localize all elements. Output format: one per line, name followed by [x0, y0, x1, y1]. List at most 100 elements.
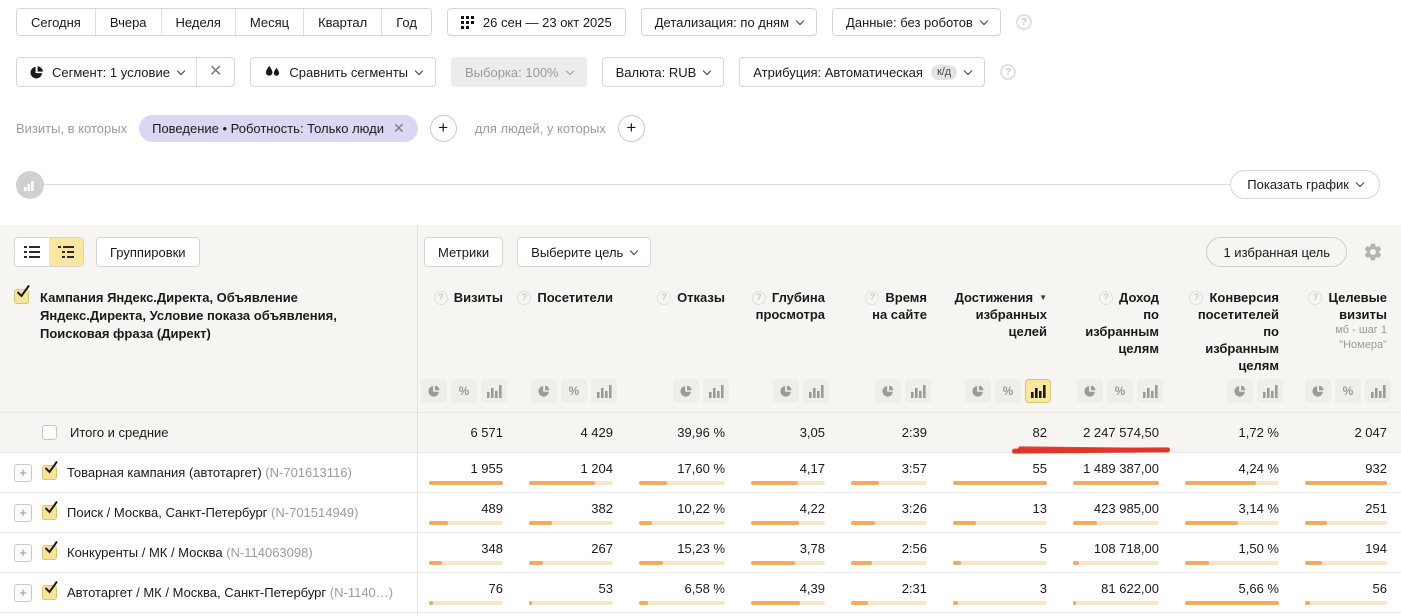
row-checkbox[interactable] — [42, 505, 57, 520]
period-button[interactable]: Вчера — [95, 9, 161, 35]
metrics-button[interactable]: Метрики — [424, 237, 503, 267]
drops-icon — [264, 65, 281, 79]
select-all-checkbox[interactable] — [14, 289, 29, 304]
column-header[interactable]: ?Доходпоизбраннымцелям — [1061, 281, 1173, 379]
pie-chart-toggle[interactable] — [875, 379, 901, 403]
pie-chart-toggle[interactable] — [1227, 379, 1253, 403]
show-chart-button[interactable]: Показать график — [1230, 170, 1380, 199]
metric-value: 1 489 387,00 — [1083, 461, 1159, 476]
segment-condition-pill[interactable]: Поведение • Роботность: Только люди ✕ — [139, 115, 418, 142]
period-button[interactable]: Сегодня — [17, 9, 95, 35]
row-name[interactable]: Конкуренты / МК / Москва (N-114063098) — [67, 545, 313, 560]
row-name[interactable]: Автотаргет / МК / Москва, Санкт-Петербур… — [67, 585, 393, 600]
row-checkbox[interactable] — [42, 545, 57, 560]
column-toggle-row: %%%%% — [0, 379, 1401, 412]
columns-header: ?Визиты?Посетители?Отказы?Глубинапросмот… — [417, 281, 1401, 379]
expand-row-button[interactable]: + — [14, 464, 32, 482]
expand-row-button[interactable]: + — [14, 504, 32, 522]
column-header[interactable]: ?Глубинапросмотра — [739, 281, 839, 379]
period-button[interactable]: Неделя — [161, 9, 235, 35]
column-header[interactable]: ?Времяна сайте — [839, 281, 941, 379]
pie-chart-toggle[interactable] — [531, 379, 557, 403]
column-header[interactable]: ?Целевыевизитымб - шаг 1"Номера" — [1293, 281, 1401, 379]
pie-chart-toggle[interactable] — [773, 379, 799, 403]
condition-label: Поведение • Роботность: Только люди — [152, 121, 384, 136]
percent-toggle[interactable]: % — [451, 379, 477, 403]
period-button[interactable]: Месяц — [235, 9, 303, 35]
compare-segments-dropdown[interactable]: Сравнить сегменты — [250, 57, 436, 87]
pie-chart-toggle[interactable] — [1305, 379, 1331, 403]
bar-chart-toggle[interactable] — [1025, 379, 1051, 403]
period-button[interactable]: Год — [381, 9, 431, 35]
pie-chart-toggle[interactable] — [965, 379, 991, 403]
help-icon[interactable]: ? — [1099, 291, 1113, 305]
percent-toggle[interactable]: % — [1335, 379, 1361, 403]
column-title-text: просмотра — [756, 306, 825, 323]
dimension-cell: + Автотаргет / МК / Москва, Санкт-Петербу… — [0, 573, 417, 612]
help-icon[interactable]: ? — [1000, 64, 1016, 80]
segment-dropdown[interactable]: Сегмент: 1 условие — [17, 58, 196, 86]
bar-chart-toggle[interactable] — [905, 379, 931, 403]
period-button[interactable]: Квартал — [303, 9, 381, 35]
help-icon[interactable]: ? — [1189, 291, 1203, 305]
bar-chart-toggle[interactable] — [803, 379, 829, 403]
row-name[interactable]: Поиск / Москва, Санкт-Петербург (N-70151… — [67, 505, 359, 520]
choose-goal-dropdown[interactable]: Выберите цель — [517, 237, 651, 267]
expand-row-button[interactable]: + — [14, 584, 32, 602]
metric-value: 3 — [1040, 581, 1047, 596]
totals-checkbox[interactable] — [42, 425, 57, 440]
segment-label: Сегмент: 1 условие — [52, 65, 170, 80]
list-view-button[interactable] — [15, 238, 49, 266]
column-header[interactable]: Достижения▼избранныхцелей — [941, 281, 1061, 379]
metric-cell: 53 — [517, 573, 627, 612]
column-header[interactable]: ?Визиты — [417, 281, 517, 379]
percent-toggle[interactable]: % — [561, 379, 587, 403]
bar-chart-toggle[interactable] — [591, 379, 617, 403]
metric-cell: 4,39 — [739, 573, 839, 612]
expand-row-button[interactable]: + — [14, 544, 32, 562]
column-header[interactable]: ?Посетители — [517, 281, 627, 379]
totals-value: 2:39 — [839, 425, 941, 440]
help-icon[interactable]: ? — [1016, 14, 1032, 30]
metric-cell: 4,17 — [739, 453, 839, 492]
tree-view-button[interactable] — [49, 238, 83, 266]
help-icon[interactable]: ? — [657, 291, 671, 305]
groupings-button[interactable]: Группировки — [96, 237, 200, 267]
percent-toggle[interactable]: % — [995, 379, 1021, 403]
bar-chart-toggle[interactable] — [703, 379, 729, 403]
favorite-goal-button[interactable]: 1 избранная цель — [1206, 237, 1347, 267]
help-icon[interactable]: ? — [1308, 291, 1322, 305]
date-range-button[interactable]: 26 сен — 23 окт 2025 — [447, 8, 626, 36]
currency-dropdown[interactable]: Валюта: RUB — [602, 57, 725, 87]
add-visit-condition-button[interactable]: + — [430, 115, 457, 142]
help-icon[interactable]: ? — [865, 291, 879, 305]
chevron-down-icon — [565, 66, 573, 74]
detail-dropdown[interactable]: Детализация: по дням — [641, 8, 817, 36]
gear-icon[interactable] — [1361, 240, 1385, 267]
bar-chart-toggle[interactable] — [1257, 379, 1283, 403]
metric-value: 2:56 — [902, 541, 927, 556]
pie-chart-toggle[interactable] — [1077, 379, 1103, 403]
remove-condition-icon[interactable]: ✕ — [393, 121, 405, 135]
column-header[interactable]: ?Конверсияпосетителейпоизбраннымцелям — [1173, 281, 1293, 379]
bar-chart-toggle[interactable] — [1365, 379, 1391, 403]
help-icon[interactable]: ? — [752, 291, 766, 305]
row-name[interactable]: Товарная кампания (автотаргет) (N-701613… — [67, 465, 352, 480]
table-header-row: Кампания Яндекс.Директа, Объявление Янде… — [0, 281, 1401, 379]
help-icon[interactable]: ? — [517, 291, 531, 305]
pie-chart-toggle[interactable] — [421, 379, 447, 403]
percent-toggle[interactable]: % — [1107, 379, 1133, 403]
row-checkbox[interactable] — [42, 585, 57, 600]
help-icon[interactable]: ? — [434, 291, 448, 305]
column-header[interactable]: ?Отказы — [627, 281, 739, 379]
segment-clear-button[interactable]: ✕ — [196, 58, 234, 86]
row-checkbox[interactable] — [42, 465, 57, 480]
bar-chart-toggle[interactable] — [481, 379, 507, 403]
attribution-dropdown[interactable]: Атрибуция: Автоматическая к/д — [739, 57, 985, 87]
bar-chart-toggle[interactable] — [1137, 379, 1163, 403]
metric-cell: 3:26 — [839, 493, 941, 532]
add-people-condition-button[interactable]: + — [618, 115, 645, 142]
metric-bar — [1185, 601, 1279, 605]
pie-chart-toggle[interactable] — [673, 379, 699, 403]
data-mode-dropdown[interactable]: Данные: без роботов — [832, 8, 1001, 36]
